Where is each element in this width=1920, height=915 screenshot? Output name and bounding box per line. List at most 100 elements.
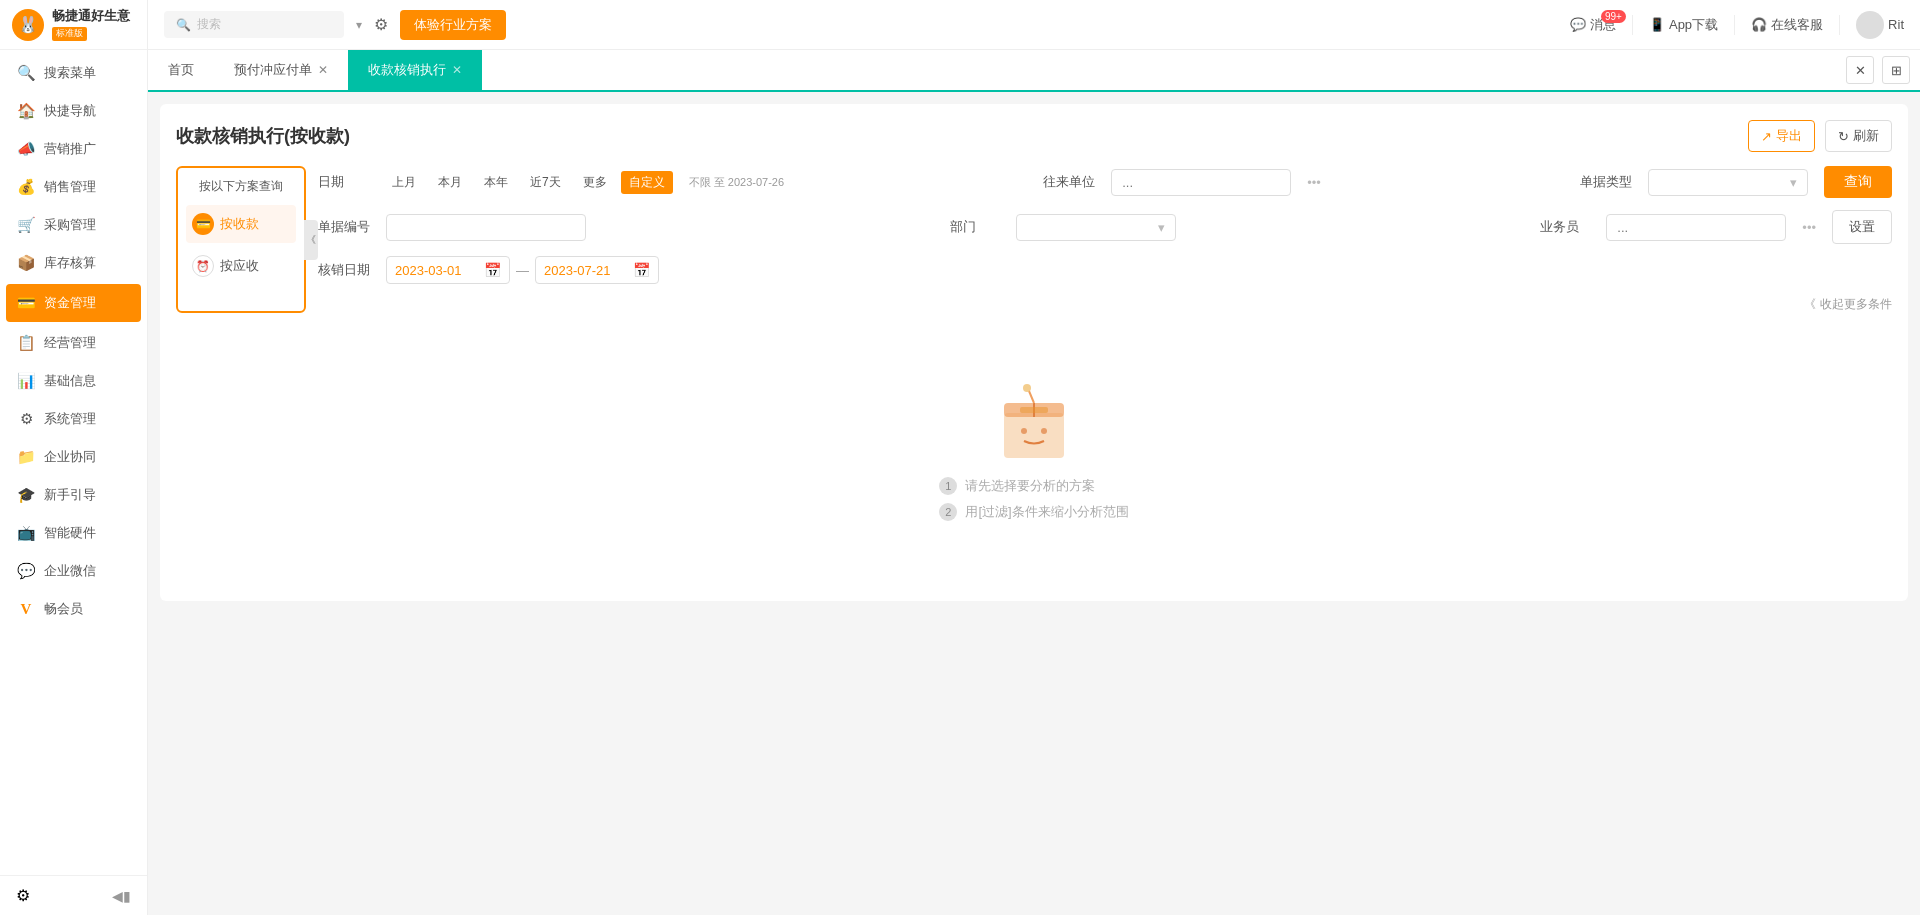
doc-num-input[interactable] [386, 214, 586, 241]
calendar-start-icon: 📅 [484, 262, 501, 278]
dept-select[interactable]: ▾ [1016, 214, 1176, 241]
tab-close-prepay[interactable]: ✕ [318, 63, 328, 77]
date-quick-buttons: 上月 本月 本年 近7天 更多 自定义 [384, 171, 673, 194]
staff-input[interactable] [1606, 214, 1786, 241]
purchase-icon: 🛒 [16, 216, 36, 234]
date-btn-this-year[interactable]: 本年 [476, 171, 516, 194]
verify-date-start-input[interactable]: 2023-03-01 📅 [386, 256, 510, 284]
app-download-button[interactable]: 📱 App下载 [1649, 16, 1718, 34]
online-service-button[interactable]: 🎧 在线客服 [1751, 16, 1823, 34]
empty-tip-2: 2 用[过滤]条件来缩小分析范围 [939, 499, 1128, 525]
customer-label: 往来单位 [1043, 173, 1095, 191]
filter-sidebar-title: 按以下方案查询 [186, 178, 296, 195]
svg-rect-0 [1004, 413, 1064, 458]
sidebar-item-member[interactable]: V 畅会员 [0, 590, 147, 628]
sidebar: 🐰 畅捷通好生意 标准版 🔍 搜索菜单 🏠 快捷导航 📣 营销推广 💰 销售管理… [0, 0, 148, 915]
tab-prepay[interactable]: 预付冲应付单 ✕ [214, 50, 348, 92]
date-btn-7days[interactable]: 近7天 [522, 171, 569, 194]
sidebar-item-funds[interactable]: 💳 资金管理 [6, 284, 141, 322]
verify-date-start-field[interactable]: 2023-03-01 [395, 263, 480, 278]
date-btn-last-month[interactable]: 上月 [384, 171, 424, 194]
tab-receipt[interactable]: 收款核销执行 ✕ [348, 50, 482, 92]
sidebar-collapse-icon[interactable]: ◀▮ [112, 888, 131, 904]
doc-num-label: 单据编号 [318, 218, 370, 236]
svg-point-4 [1021, 428, 1027, 434]
search-nav-icon: 🔍 [16, 64, 36, 82]
service-icon: 🎧 [1751, 17, 1767, 32]
filter-sidebar: 按以下方案查询 💳 按收款 ⏰ 按应收 《 [176, 166, 306, 313]
receipt-option-icon: 💳 [192, 213, 214, 235]
user-profile-button[interactable]: Rit [1856, 11, 1904, 39]
date-btn-more[interactable]: 更多 [575, 171, 615, 194]
verify-date-end-input[interactable]: 2023-07-21 📅 [535, 256, 659, 284]
date-range-text: 不限 至 2023-07-26 [689, 175, 784, 190]
refresh-button[interactable]: ↻ 刷新 [1825, 120, 1892, 152]
staff-more-icon[interactable]: ••• [1802, 220, 1816, 235]
sidebar-item-inventory[interactable]: 📦 库存核算 [0, 244, 147, 282]
sidebar-bottom: ⚙ ◀▮ [0, 875, 147, 915]
filter-by-receipt[interactable]: 💳 按收款 [186, 205, 296, 243]
sidebar-item-cooperation[interactable]: 📁 企业协同 [0, 438, 147, 476]
refresh-icon: ↻ [1838, 129, 1849, 144]
filter-by-receivable[interactable]: ⏰ 按应收 [186, 247, 296, 285]
sidebar-item-system[interactable]: ⚙ 系统管理 [0, 400, 147, 438]
query-button[interactable]: 查询 [1824, 166, 1892, 198]
page-title: 收款核销执行(按收款) [176, 124, 350, 148]
tab-home[interactable]: 首页 [148, 50, 214, 92]
staff-label: 业务员 [1540, 218, 1590, 236]
filter-layout: 按以下方案查询 💳 按收款 ⏰ 按应收 《 日期 [176, 166, 1892, 313]
dept-dropdown-icon: ▾ [1158, 220, 1165, 235]
export-button[interactable]: ↗ 导出 [1748, 120, 1815, 152]
sidebar-item-purchase[interactable]: 🛒 采购管理 [0, 206, 147, 244]
sidebar-item-guide[interactable]: 🎓 新手引导 [0, 476, 147, 514]
gear-icon[interactable]: ⚙ [374, 15, 388, 34]
page-card: 收款核销执行(按收款) ↗ 导出 ↻ 刷新 按以下方案查询 [160, 104, 1908, 601]
collapse-icon: 《 [1804, 296, 1816, 313]
verify-date-end-field[interactable]: 2023-07-21 [544, 263, 629, 278]
header-search-bar[interactable]: 🔍 搜索 [164, 11, 344, 38]
dropdown-icon[interactable]: ▾ [356, 18, 362, 32]
sidebar-item-basic[interactable]: 📊 基础信息 [0, 362, 147, 400]
verify-date-range: 2023-03-01 📅 — 2023-07-21 📅 [386, 256, 659, 284]
sidebar-logo: 🐰 畅捷通好生意 标准版 [0, 0, 147, 50]
page-title-bar: 收款核销执行(按收款) ↗ 导出 ↻ 刷新 [176, 120, 1892, 152]
customer-input[interactable] [1111, 169, 1291, 196]
system-icon: ⚙ [16, 410, 36, 428]
page-actions: ↗ 导出 ↻ 刷新 [1748, 120, 1892, 152]
hardware-icon: 📺 [16, 524, 36, 542]
setting-button[interactable]: 设置 [1832, 210, 1892, 244]
sidebar-item-search[interactable]: 🔍 搜索菜单 [0, 54, 147, 92]
guide-icon: 🎓 [16, 486, 36, 504]
sidebar-item-sales[interactable]: 💰 销售管理 [0, 168, 147, 206]
sidebar-item-hardware[interactable]: 📺 智能硬件 [0, 514, 147, 552]
date-btn-this-month[interactable]: 本月 [430, 171, 470, 194]
tab-close-window-btn[interactable]: ✕ [1846, 56, 1874, 84]
filter-row-3: 核销日期 2023-03-01 📅 — 2023-07-21 📅 [318, 256, 1892, 284]
member-icon: V [16, 601, 36, 618]
inventory-icon: 📦 [16, 254, 36, 272]
filter-sidebar-collapse-btn[interactable]: 《 [304, 220, 318, 260]
doc-type-dropdown-icon: ▾ [1790, 175, 1797, 190]
message-button[interactable]: 💬 消息 99+ [1570, 16, 1616, 34]
sidebar-nav: 🔍 搜索菜单 🏠 快捷导航 📣 营销推广 💰 销售管理 🛒 采购管理 📦 库存核… [0, 50, 147, 875]
trial-button[interactable]: 体验行业方案 [400, 10, 506, 40]
collapse-more-button[interactable]: 《 收起更多条件 [1804, 296, 1892, 313]
top-header: 🔍 搜索 ▾ ⚙ 体验行业方案 💬 消息 99+ 📱 App下载 🎧 在线客服 [148, 0, 1920, 50]
basic-icon: 📊 [16, 372, 36, 390]
date-btn-custom[interactable]: 自定义 [621, 171, 673, 194]
logo-text: 畅捷通好生意 标准版 [52, 8, 130, 41]
sidebar-item-operations[interactable]: 📋 经营管理 [0, 324, 147, 362]
tab-maximize-btn[interactable]: ⊞ [1882, 56, 1910, 84]
filter-row-1: 日期 上月 本月 本年 近7天 更多 自定义 不限 至 2023-07-26 往… [318, 166, 1892, 198]
marketing-icon: 📣 [16, 140, 36, 158]
doc-type-select[interactable]: ▾ [1648, 169, 1808, 196]
tab-close-receipt[interactable]: ✕ [452, 63, 462, 77]
sidebar-item-marketing[interactable]: 📣 营销推广 [0, 130, 147, 168]
svg-point-7 [1023, 384, 1031, 392]
customer-more-icon[interactable]: ••• [1307, 175, 1321, 190]
sidebar-settings-icon[interactable]: ⚙ [16, 886, 30, 905]
app-icon: 📱 [1649, 17, 1665, 32]
sidebar-item-wechat[interactable]: 💬 企业微信 [0, 552, 147, 590]
svg-point-5 [1041, 428, 1047, 434]
sidebar-item-quicknav[interactable]: 🏠 快捷导航 [0, 92, 147, 130]
